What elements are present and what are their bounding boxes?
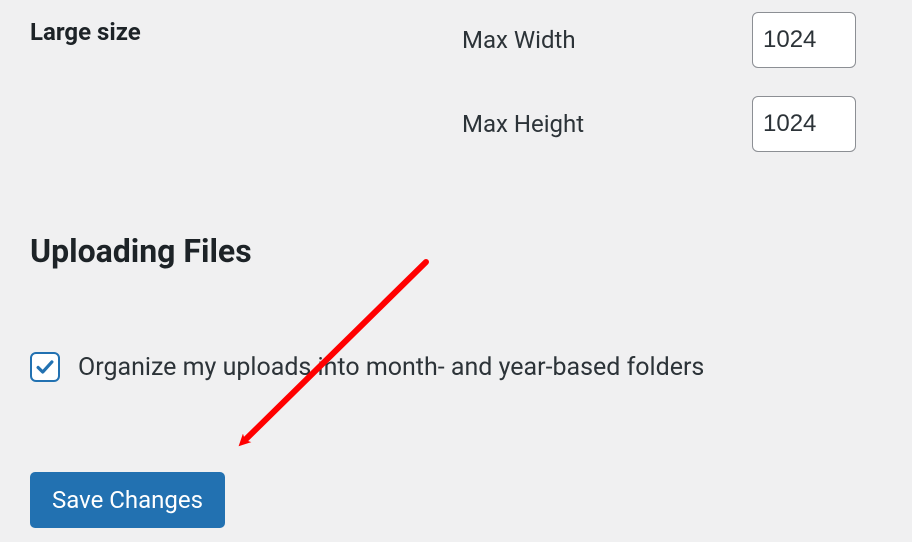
max-width-pair: Max Width <box>462 12 856 68</box>
organize-uploads-checkbox[interactable] <box>30 352 60 382</box>
max-width-label: Max Width <box>462 26 752 54</box>
max-width-input[interactable] <box>752 12 856 68</box>
large-size-row: Large size Max Width Max Height <box>0 0 912 152</box>
uploading-files-heading: Uploading Files <box>0 232 912 270</box>
max-height-input[interactable] <box>752 96 856 152</box>
organize-uploads-row: Organize my uploads into month- and year… <box>0 352 912 382</box>
large-size-label: Large size <box>0 0 462 64</box>
submit-row: Save Changes <box>0 472 912 528</box>
checkmark-icon <box>34 356 56 378</box>
organize-uploads-label[interactable]: Organize my uploads into month- and year… <box>78 353 704 382</box>
save-changes-button[interactable]: Save Changes <box>30 472 225 528</box>
max-height-label: Max Height <box>462 110 752 138</box>
large-size-fields: Max Width Max Height <box>462 0 856 152</box>
max-height-pair: Max Height <box>462 96 856 152</box>
